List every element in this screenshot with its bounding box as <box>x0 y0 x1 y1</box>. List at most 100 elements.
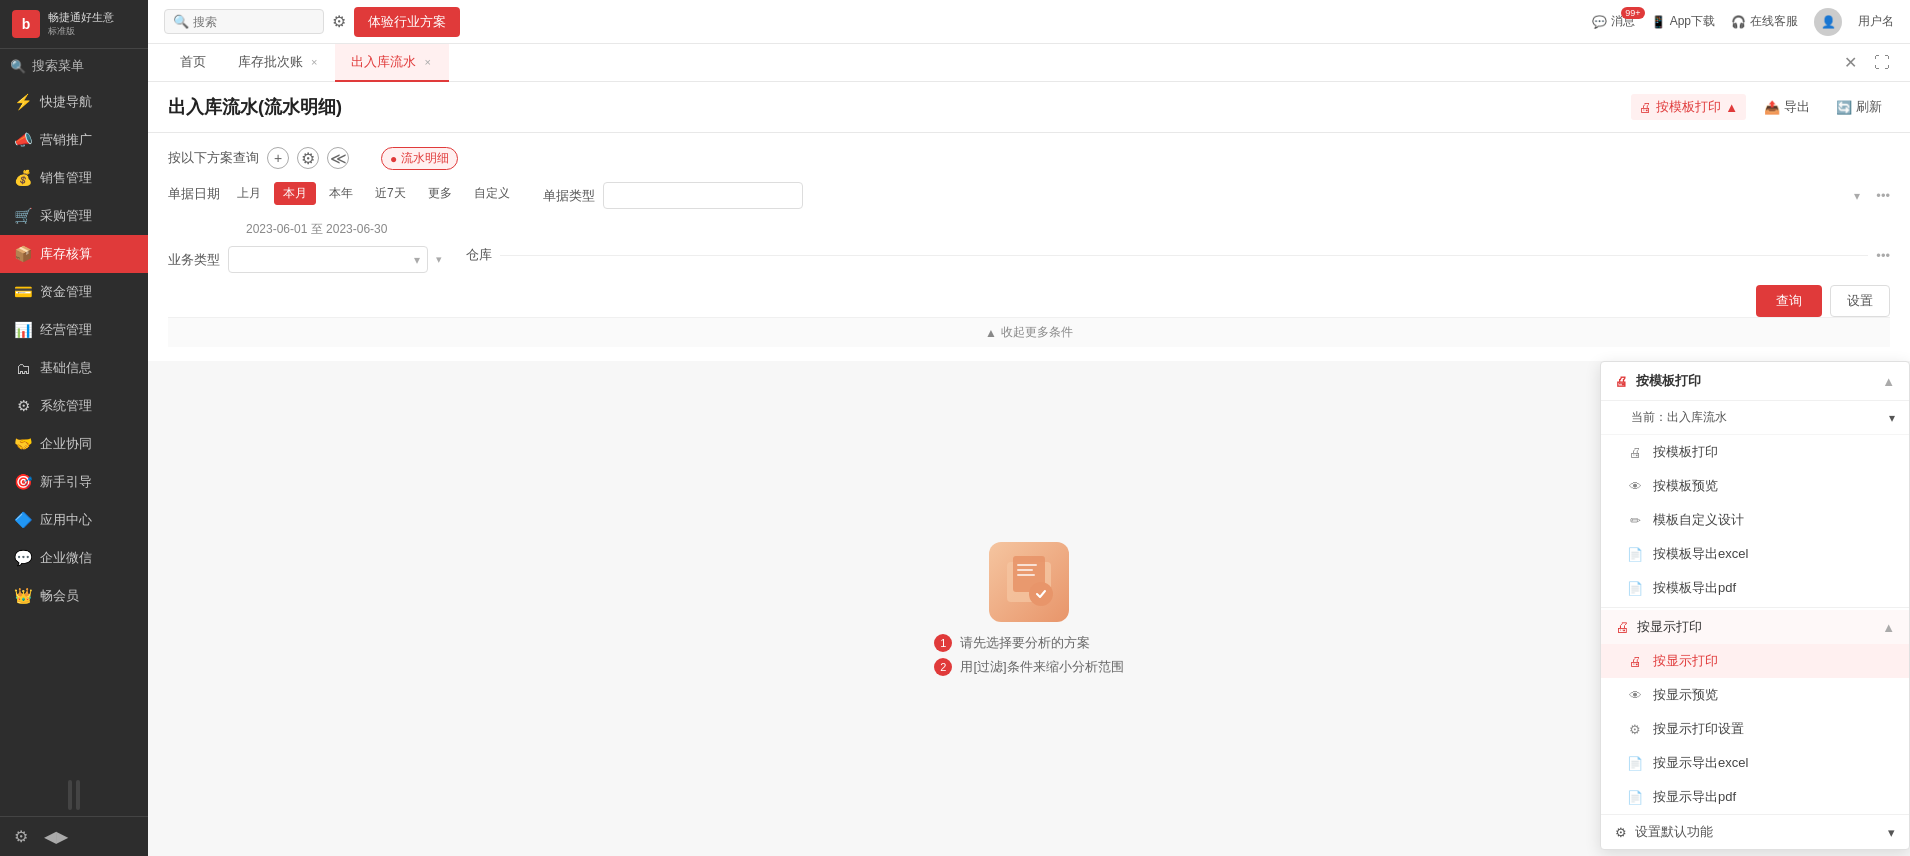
online-service-label: 在线客服 <box>1750 13 1798 30</box>
user-avatar[interactable]: 👤 <box>1814 8 1842 36</box>
sidebar-item-collab[interactable]: 🤝 企业协同 <box>0 425 148 463</box>
dropdown-item-template-pdf[interactable]: 📄 按模板导出pdf <box>1601 571 1909 605</box>
sidebar-item-operations[interactable]: 📊 经营管理 <box>0 311 148 349</box>
sidebar-item-inventory[interactable]: 📦 库存核算 <box>0 235 148 273</box>
date-pill-this-year[interactable]: 本年 <box>320 182 362 205</box>
voucher-type-select[interactable] <box>603 182 803 209</box>
dropdown-item-display-pdf[interactable]: 📄 按显示导出pdf <box>1601 780 1909 814</box>
empty-step-1: 1 请先选择要分析的方案 <box>934 634 1123 652</box>
message-button[interactable]: 💬 消息 99+ <box>1592 13 1635 30</box>
main-content: 🔍 ⚙ 体验行业方案 💬 消息 99+ 📱 App下载 🎧 在线客服 👤 用户名 <box>148 0 1910 856</box>
empty-steps: 1 请先选择要分析的方案 2 用[过滤]条件来缩小分析范围 <box>934 634 1123 676</box>
company-name: 畅捷通好生意 <box>48 10 114 24</box>
sidebar-item-guide[interactable]: 🎯 新手引导 <box>0 463 148 501</box>
page-title-row: 出入库流水(流水明细) 🖨 按模板打印 ▲ 📤 导出 🔄 刷新 <box>168 94 1890 120</box>
collapse-label: 收起更多条件 <box>1001 324 1073 341</box>
display-print-section-icon: 🖨 <box>1615 619 1629 635</box>
business-type-more-icon[interactable]: ▾ <box>436 253 442 266</box>
business-type-select[interactable] <box>228 246 428 273</box>
filter-collapse-button[interactable]: ≪ <box>327 147 349 169</box>
close-all-tabs-icon[interactable]: ✕ <box>1838 51 1862 75</box>
date-filter-label: 单据日期 <box>168 185 220 203</box>
voucher-type-more-icon[interactable]: ••• <box>1876 188 1890 203</box>
trial-button[interactable]: 体验行业方案 <box>354 7 460 37</box>
sidebar-label-purchase: 采购管理 <box>40 207 92 225</box>
tab-home-label: 首页 <box>180 53 206 71</box>
date-pill-7days[interactable]: 近7天 <box>366 182 415 205</box>
sidebar-item-finance[interactable]: 💳 资金管理 <box>0 273 148 311</box>
template-excel-icon: 📄 <box>1627 546 1643 562</box>
sidebar-item-marketing[interactable]: 📣 营销推广 <box>0 121 148 159</box>
topbar-gear-icon[interactable]: ⚙ <box>332 12 346 31</box>
tab-batch-account[interactable]: 库存批次账 × <box>222 44 335 82</box>
dropdown-close-chevron[interactable]: ▲ <box>1882 374 1895 389</box>
sidebar-item-apps[interactable]: 🔷 应用中心 <box>0 501 148 539</box>
query-button[interactable]: 查询 <box>1756 285 1822 317</box>
step-2-number: 2 <box>934 658 952 676</box>
tabs-controls: ✕ ⛶ <box>1838 51 1894 75</box>
add-filter-button[interactable]: + <box>267 147 289 169</box>
warehouse-group: 仓库 ••• <box>466 246 1890 264</box>
print-template-button[interactable]: 🖨 按模板打印 ▲ <box>1631 94 1746 120</box>
dropdown-footer[interactable]: ⚙ 设置默认功能 ▾ <box>1601 814 1909 849</box>
filter-tag-icon: ● <box>390 152 397 166</box>
sidebar-item-purchase[interactable]: 🛒 采购管理 <box>0 197 148 235</box>
dropdown-item-template-print[interactable]: 🖨 按模板打印 <box>1601 435 1909 469</box>
sidebar-item-basic[interactable]: 🗂 基础信息 <box>0 349 148 387</box>
sidebar-label-system: 系统管理 <box>40 397 92 415</box>
dropdown-item-template-custom[interactable]: ✏ 模板自定义设计 <box>1601 503 1909 537</box>
dropdown-item-display-print[interactable]: 🖨 按显示打印 <box>1601 644 1909 678</box>
template-print-icon: 🖨 <box>1627 444 1643 460</box>
refresh-button[interactable]: 🔄 刷新 <box>1828 94 1890 120</box>
dropdown-section-display-print[interactable]: 🖨 按显示打印 ▲ <box>1601 610 1909 644</box>
date-pill-last-month[interactable]: 上月 <box>228 182 270 205</box>
dropdown-item-display-settings[interactable]: ⚙ 按显示打印设置 <box>1601 712 1909 746</box>
sidebar-search[interactable]: 🔍 搜索菜单 <box>0 49 148 83</box>
collab-icon: 🤝 <box>14 435 32 453</box>
tab-batch-account-close[interactable]: × <box>309 55 319 69</box>
active-filter-tag[interactable]: ● 流水明细 <box>381 147 458 170</box>
settings-button[interactable]: 设置 <box>1830 285 1890 317</box>
online-service-button[interactable]: 🎧 在线客服 <box>1731 13 1798 30</box>
sidebar-label-member: 畅会员 <box>40 587 79 605</box>
basic-icon: 🗂 <box>14 360 32 377</box>
template-excel-label: 按模板导出excel <box>1653 545 1748 563</box>
dropdown-header: 🖨 按模板打印 ▲ <box>1601 362 1909 401</box>
sidebar-item-wechat[interactable]: 💬 企业微信 <box>0 539 148 577</box>
search-input[interactable] <box>193 15 303 29</box>
collapse-sidebar-icon[interactable]: ◀▶ <box>44 827 68 846</box>
sidebar-label-finance: 资金管理 <box>40 283 92 301</box>
topbar-search-box[interactable]: 🔍 <box>164 9 324 34</box>
user-name[interactable]: 用户名 <box>1858 13 1894 30</box>
sidebar: b 畅捷通好生意 标准版 🔍 搜索菜单 ⚡ 快捷导航 📣 营销推广 💰 销售管理… <box>0 0 148 856</box>
tab-home[interactable]: 首页 <box>164 44 222 82</box>
date-pill-more[interactable]: 更多 <box>419 182 461 205</box>
filter-row-1: 按以下方案查询 + ⚙ ≪ ● 流水明细 <box>168 147 1890 170</box>
date-pill-custom[interactable]: 自定义 <box>465 182 519 205</box>
date-pill-this-month[interactable]: 本月 <box>274 182 316 205</box>
export-icon: 📤 <box>1764 100 1780 115</box>
dropdown-item-template-preview[interactable]: 👁 按模板预览 <box>1601 469 1909 503</box>
sidebar-item-member[interactable]: 👑 畅会员 <box>0 577 148 615</box>
tab-flow-label: 出入库流水 <box>351 53 416 71</box>
filter-settings-button[interactable]: ⚙ <box>297 147 319 169</box>
sidebar-item-sales[interactable]: 💰 销售管理 <box>0 159 148 197</box>
display-excel-icon: 📄 <box>1627 755 1643 771</box>
export-button[interactable]: 📤 导出 <box>1756 94 1818 120</box>
collapse-more-button[interactable]: ▲ 收起更多条件 <box>985 324 1073 341</box>
app-download-button[interactable]: 📱 App下载 <box>1651 13 1715 30</box>
tab-flow[interactable]: 出入库流水 × <box>335 44 448 82</box>
dropdown-item-template-excel[interactable]: 📄 按模板导出excel <box>1601 537 1909 571</box>
display-excel-label: 按显示导出excel <box>1653 754 1748 772</box>
warehouse-more-icon[interactable]: ••• <box>1876 248 1890 263</box>
display-pdf-icon: 📄 <box>1627 789 1643 805</box>
sidebar-item-quick-nav[interactable]: ⚡ 快捷导航 <box>0 83 148 121</box>
dropdown-item-display-preview[interactable]: 👁 按显示预览 <box>1601 678 1909 712</box>
tab-flow-close[interactable]: × <box>422 55 432 69</box>
dropdown-item-display-excel[interactable]: 📄 按显示导出excel <box>1601 746 1909 780</box>
dropdown-current-item[interactable]: 当前：出入库流水 ▾ <box>1601 401 1909 435</box>
template-pdf-icon: 📄 <box>1627 580 1643 596</box>
sidebar-item-system[interactable]: ⚙ 系统管理 <box>0 387 148 425</box>
maximize-icon[interactable]: ⛶ <box>1870 51 1894 75</box>
settings-icon[interactable]: ⚙ <box>14 827 28 846</box>
